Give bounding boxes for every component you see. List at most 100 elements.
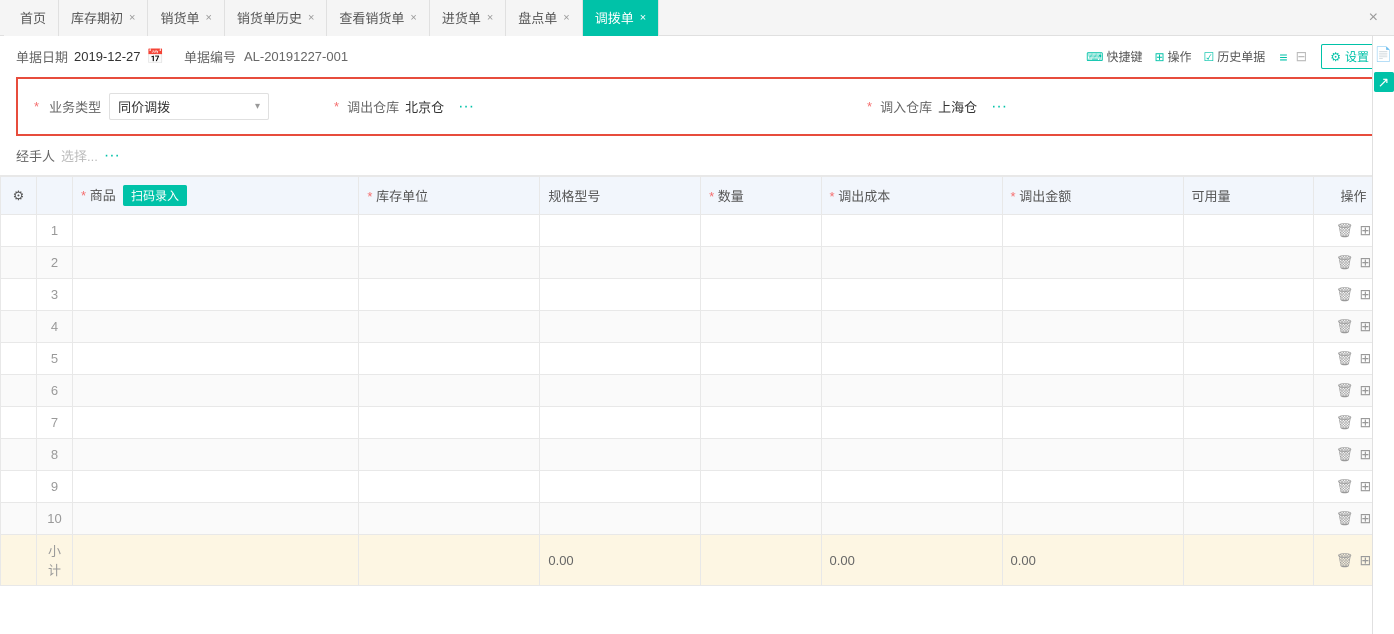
row-qty[interactable] bbox=[701, 439, 821, 471]
row-qty[interactable] bbox=[701, 343, 821, 375]
row-unit[interactable] bbox=[359, 247, 540, 279]
row-cost[interactable] bbox=[821, 471, 1002, 503]
row-unit[interactable] bbox=[359, 311, 540, 343]
sidebar-expand-icon[interactable]: ↗ bbox=[1374, 72, 1394, 92]
row-cost[interactable] bbox=[821, 407, 1002, 439]
copy-icon[interactable]: ⊞ bbox=[1360, 446, 1372, 463]
close-purchase-order[interactable]: × bbox=[487, 12, 493, 24]
copy-icon[interactable]: ⊞ bbox=[1360, 510, 1372, 527]
in-warehouse-more[interactable]: ··· bbox=[991, 98, 1007, 116]
copy-icon[interactable]: ⊞ bbox=[1360, 414, 1372, 431]
row-unit[interactable] bbox=[359, 343, 540, 375]
row-spec[interactable] bbox=[540, 247, 701, 279]
copy-icon[interactable]: ⊞ bbox=[1360, 254, 1372, 271]
row-qty[interactable] bbox=[701, 311, 821, 343]
row-goods[interactable] bbox=[73, 471, 359, 503]
out-warehouse-more[interactable]: ··· bbox=[458, 98, 474, 116]
handler-input[interactable]: 选择... bbox=[61, 146, 98, 165]
tab-sales-order[interactable]: 销货单 × bbox=[148, 0, 224, 36]
row-goods[interactable] bbox=[73, 343, 359, 375]
row-spec[interactable] bbox=[540, 215, 701, 247]
sidebar-doc-icon[interactable]: 📄 bbox=[1374, 44, 1394, 64]
row-spec[interactable] bbox=[540, 343, 701, 375]
row-cost[interactable] bbox=[821, 247, 1002, 279]
row-goods[interactable] bbox=[73, 311, 359, 343]
row-spec[interactable] bbox=[540, 311, 701, 343]
delete-icon[interactable]: 🗑 bbox=[1336, 350, 1354, 367]
row-cost[interactable] bbox=[821, 343, 1002, 375]
copy-icon[interactable]: ⊞ bbox=[1360, 478, 1372, 495]
row-cost[interactable] bbox=[821, 503, 1002, 535]
copy-icon[interactable]: ⊞ bbox=[1360, 552, 1372, 569]
row-qty[interactable] bbox=[701, 407, 821, 439]
copy-icon[interactable]: ⊞ bbox=[1360, 318, 1372, 335]
row-spec[interactable] bbox=[540, 279, 701, 311]
row-goods[interactable] bbox=[73, 439, 359, 471]
delete-icon[interactable]: 🗑 bbox=[1336, 478, 1354, 495]
row-goods[interactable] bbox=[73, 407, 359, 439]
row-cost[interactable] bbox=[821, 375, 1002, 407]
tab-purchase-order[interactable]: 进货单 × bbox=[430, 0, 506, 36]
row-unit[interactable] bbox=[359, 375, 540, 407]
delete-icon[interactable]: 🗑 bbox=[1336, 414, 1354, 431]
row-unit[interactable] bbox=[359, 407, 540, 439]
row-cost[interactable] bbox=[821, 311, 1002, 343]
row-amount[interactable] bbox=[1002, 407, 1183, 439]
delete-icon[interactable]: 🗑 bbox=[1336, 552, 1354, 569]
row-spec[interactable] bbox=[540, 471, 701, 503]
delete-icon[interactable]: 🗑 bbox=[1336, 510, 1354, 527]
row-unit[interactable] bbox=[359, 279, 540, 311]
shortcuts-action[interactable]: ⌨ 快捷键 bbox=[1086, 48, 1142, 65]
row-amount[interactable] bbox=[1002, 439, 1183, 471]
row-goods[interactable] bbox=[73, 279, 359, 311]
row-cost[interactable] bbox=[821, 439, 1002, 471]
row-amount[interactable] bbox=[1002, 343, 1183, 375]
row-spec[interactable] bbox=[540, 375, 701, 407]
row-amount[interactable] bbox=[1002, 503, 1183, 535]
row-amount[interactable] bbox=[1002, 279, 1183, 311]
calendar-icon[interactable]: 📅 bbox=[147, 48, 164, 65]
row-qty[interactable] bbox=[701, 247, 821, 279]
scan-button[interactable]: 扫码录入 bbox=[123, 185, 187, 206]
close-view-sales[interactable]: × bbox=[410, 12, 416, 24]
row-qty[interactable] bbox=[701, 375, 821, 407]
layout-grid-icon[interactable]: ⊟ bbox=[1293, 46, 1309, 67]
copy-icon[interactable]: ⊞ bbox=[1360, 222, 1372, 239]
row-goods[interactable] bbox=[73, 503, 359, 535]
close-all-tabs[interactable]: × bbox=[1357, 9, 1390, 27]
row-qty[interactable] bbox=[701, 215, 821, 247]
row-amount[interactable] bbox=[1002, 247, 1183, 279]
row-qty[interactable] bbox=[701, 471, 821, 503]
delete-icon[interactable]: 🗑 bbox=[1336, 254, 1354, 271]
row-goods[interactable] bbox=[73, 215, 359, 247]
row-amount[interactable] bbox=[1002, 471, 1183, 503]
close-sales-history[interactable]: × bbox=[308, 12, 314, 24]
tab-transfer[interactable]: 调拨单 × bbox=[583, 0, 659, 36]
tab-inventory-init[interactable]: 库存期初 × bbox=[59, 0, 148, 36]
row-spec[interactable] bbox=[540, 407, 701, 439]
row-unit[interactable] bbox=[359, 439, 540, 471]
close-sales-order[interactable]: × bbox=[205, 12, 211, 24]
copy-icon[interactable]: ⊞ bbox=[1360, 382, 1372, 399]
delete-icon[interactable]: 🗑 bbox=[1336, 382, 1354, 399]
biz-type-select[interactable]: 同价调拨 ▾ bbox=[109, 93, 269, 120]
row-qty[interactable] bbox=[701, 503, 821, 535]
handler-more[interactable]: ··· bbox=[104, 147, 120, 165]
row-goods[interactable] bbox=[73, 247, 359, 279]
row-cost[interactable] bbox=[821, 279, 1002, 311]
copy-icon[interactable]: ⊞ bbox=[1360, 350, 1372, 367]
history-action[interactable]: ☑ 历史单据 bbox=[1204, 48, 1266, 65]
delete-icon[interactable]: 🗑 bbox=[1336, 286, 1354, 303]
delete-icon[interactable]: 🗑 bbox=[1336, 318, 1354, 335]
row-goods[interactable] bbox=[73, 375, 359, 407]
row-spec[interactable] bbox=[540, 439, 701, 471]
row-amount[interactable] bbox=[1002, 215, 1183, 247]
copy-icon[interactable]: ⊞ bbox=[1360, 286, 1372, 303]
row-unit[interactable] bbox=[359, 215, 540, 247]
tab-inventory-check[interactable]: 盘点单 × bbox=[506, 0, 582, 36]
row-unit[interactable] bbox=[359, 503, 540, 535]
tab-home[interactable]: 首页 bbox=[4, 0, 59, 36]
row-amount[interactable] bbox=[1002, 311, 1183, 343]
row-spec[interactable] bbox=[540, 503, 701, 535]
row-unit[interactable] bbox=[359, 471, 540, 503]
